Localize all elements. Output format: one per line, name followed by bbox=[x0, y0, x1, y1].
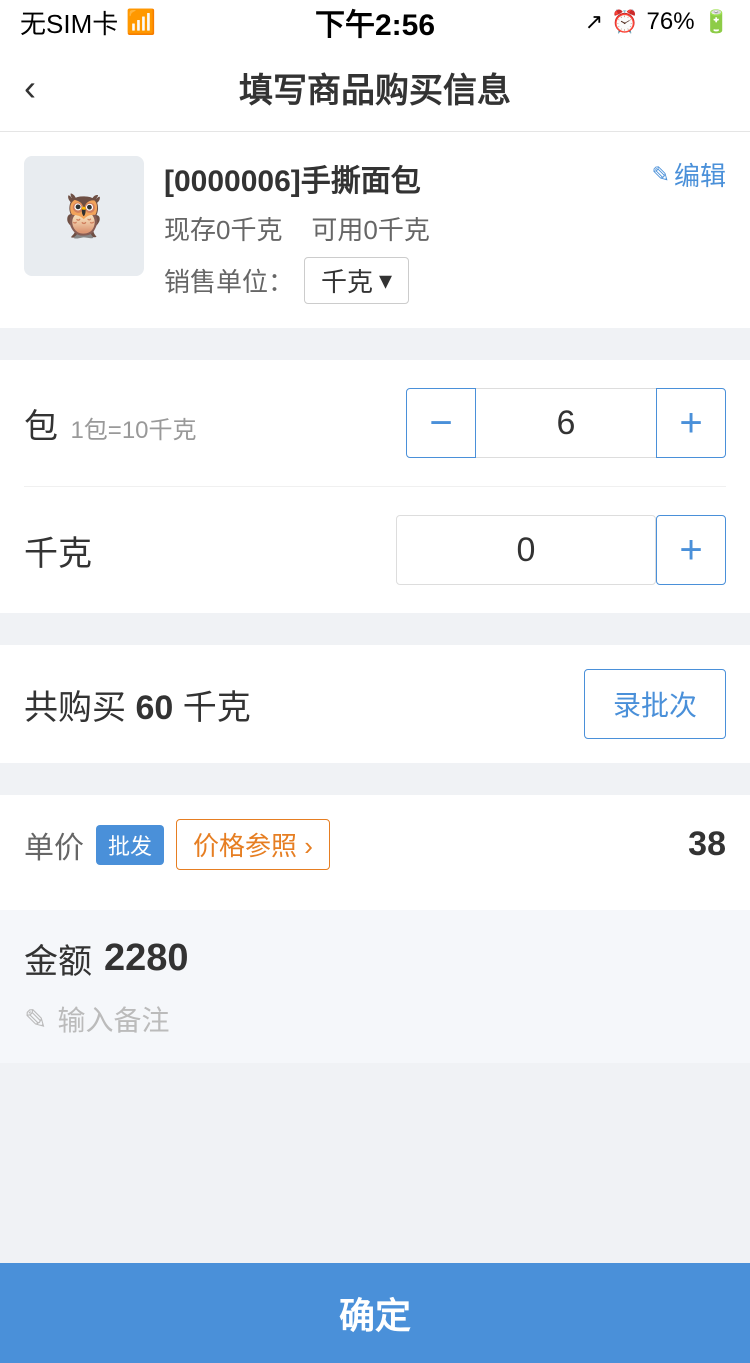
spacer bbox=[0, 1063, 750, 1263]
quantity-controls-kg: + bbox=[396, 515, 726, 585]
price-row: 单价 批发 价格参照 › 38 bbox=[24, 819, 726, 870]
unit-select[interactable]: 千克 ▾ bbox=[304, 257, 409, 304]
amount-row: 金额 2280 bbox=[24, 934, 726, 983]
quantity-hint-bao: 1包=10千克 bbox=[70, 417, 196, 444]
product-info: [0000006]手撕面包 ✎ 编辑 现存0千克 可用0千克 销售单位： 千克 … bbox=[164, 156, 726, 304]
amount-section: 金额 2280 ✎ 输入备注 bbox=[0, 910, 750, 1063]
separator-3 bbox=[0, 779, 750, 795]
status-time: 下午2:56 bbox=[315, 0, 435, 44]
nav-bar: ‹ 填写商品购买信息 bbox=[0, 44, 750, 132]
product-card: 🦉 [0000006]手撕面包 ✎ 编辑 现存0千克 可用0千克 销售单位： 千… bbox=[0, 132, 750, 328]
separator-1 bbox=[0, 344, 750, 360]
quantity-row-bao: 包 1包=10千克 − + bbox=[24, 360, 726, 487]
edit-icon: ✎ bbox=[652, 162, 670, 188]
batch-button[interactable]: 录批次 bbox=[584, 669, 726, 739]
price-label: 单价 bbox=[24, 823, 84, 867]
amount-label: 金额 bbox=[24, 934, 92, 983]
available-text: 可用0千克 bbox=[311, 215, 429, 245]
summary-label: 共购买 bbox=[24, 689, 126, 727]
note-placeholder: 输入备注 bbox=[57, 999, 169, 1039]
price-ref-button[interactable]: 价格参照 › bbox=[176, 819, 330, 870]
note-icon: ✎ bbox=[24, 1003, 47, 1036]
note-row[interactable]: ✎ 输入备注 bbox=[24, 999, 726, 1039]
location-icon: ↗ bbox=[585, 9, 603, 35]
carrier-text: 无SIM卡 bbox=[20, 4, 118, 41]
wifi-icon: 📶 bbox=[126, 8, 156, 37]
status-left: 无SIM卡 📶 bbox=[20, 4, 156, 41]
confirm-button[interactable]: 确定 bbox=[0, 1263, 750, 1363]
quantity-label-bao: 包 1包=10千克 bbox=[24, 399, 197, 448]
summary-section: 共购买 60 千克 录批次 bbox=[0, 645, 750, 763]
edit-button[interactable]: ✎ 编辑 bbox=[652, 156, 726, 193]
chevron-down-icon: ▾ bbox=[379, 265, 392, 296]
battery-text: 76% bbox=[647, 8, 695, 36]
price-section: 单价 批发 价格参照 › 38 bbox=[0, 795, 750, 910]
quantity-row-kg: 千克 + bbox=[24, 487, 726, 613]
product-logo: 🦉 bbox=[58, 192, 110, 241]
edit-label: 编辑 bbox=[674, 156, 726, 193]
battery-icon: 🔋 bbox=[703, 9, 730, 35]
increment-kg-button[interactable]: + bbox=[656, 515, 726, 585]
increment-bao-button[interactable]: + bbox=[656, 388, 726, 458]
quantity-kg-input[interactable] bbox=[396, 515, 656, 585]
page-title: 填写商品购买信息 bbox=[239, 63, 511, 112]
unit-label: 销售单位： bbox=[164, 262, 294, 299]
content-area: 🦉 [0000006]手撕面包 ✎ 编辑 现存0千克 可用0千克 销售单位： 千… bbox=[0, 132, 750, 1263]
product-name: [0000006]手撕面包 bbox=[164, 156, 421, 200]
product-image: 🦉 bbox=[24, 156, 144, 276]
alarm-icon: ⏰ bbox=[611, 9, 638, 35]
status-right: ↗ ⏰ 76% 🔋 bbox=[585, 8, 730, 36]
product-unit-row: 销售单位： 千克 ▾ bbox=[164, 257, 726, 304]
decrement-bao-button[interactable]: − bbox=[406, 388, 476, 458]
quantity-bao-input[interactable] bbox=[476, 388, 656, 458]
summary-text: 共购买 60 千克 bbox=[24, 680, 251, 729]
separator-2 bbox=[0, 629, 750, 645]
price-tag: 批发 bbox=[96, 825, 164, 865]
summary-amount: 60 bbox=[135, 689, 173, 727]
stock-text: 现存0千克 bbox=[164, 215, 282, 245]
unit-value: 千克 bbox=[321, 262, 373, 299]
amount-value: 2280 bbox=[104, 937, 189, 980]
summary-unit: 千克 bbox=[183, 689, 251, 727]
quantity-controls-bao: − + bbox=[406, 388, 726, 458]
price-value: 38 bbox=[688, 825, 726, 864]
quantity-label-kg: 千克 bbox=[24, 526, 92, 575]
status-bar: 无SIM卡 📶 下午2:56 ↗ ⏰ 76% 🔋 bbox=[0, 0, 750, 44]
back-button[interactable]: ‹ bbox=[24, 67, 36, 109]
quantity-section: 包 1包=10千克 − + 千克 + bbox=[0, 360, 750, 613]
product-stock: 现存0千克 可用0千克 bbox=[164, 210, 726, 247]
